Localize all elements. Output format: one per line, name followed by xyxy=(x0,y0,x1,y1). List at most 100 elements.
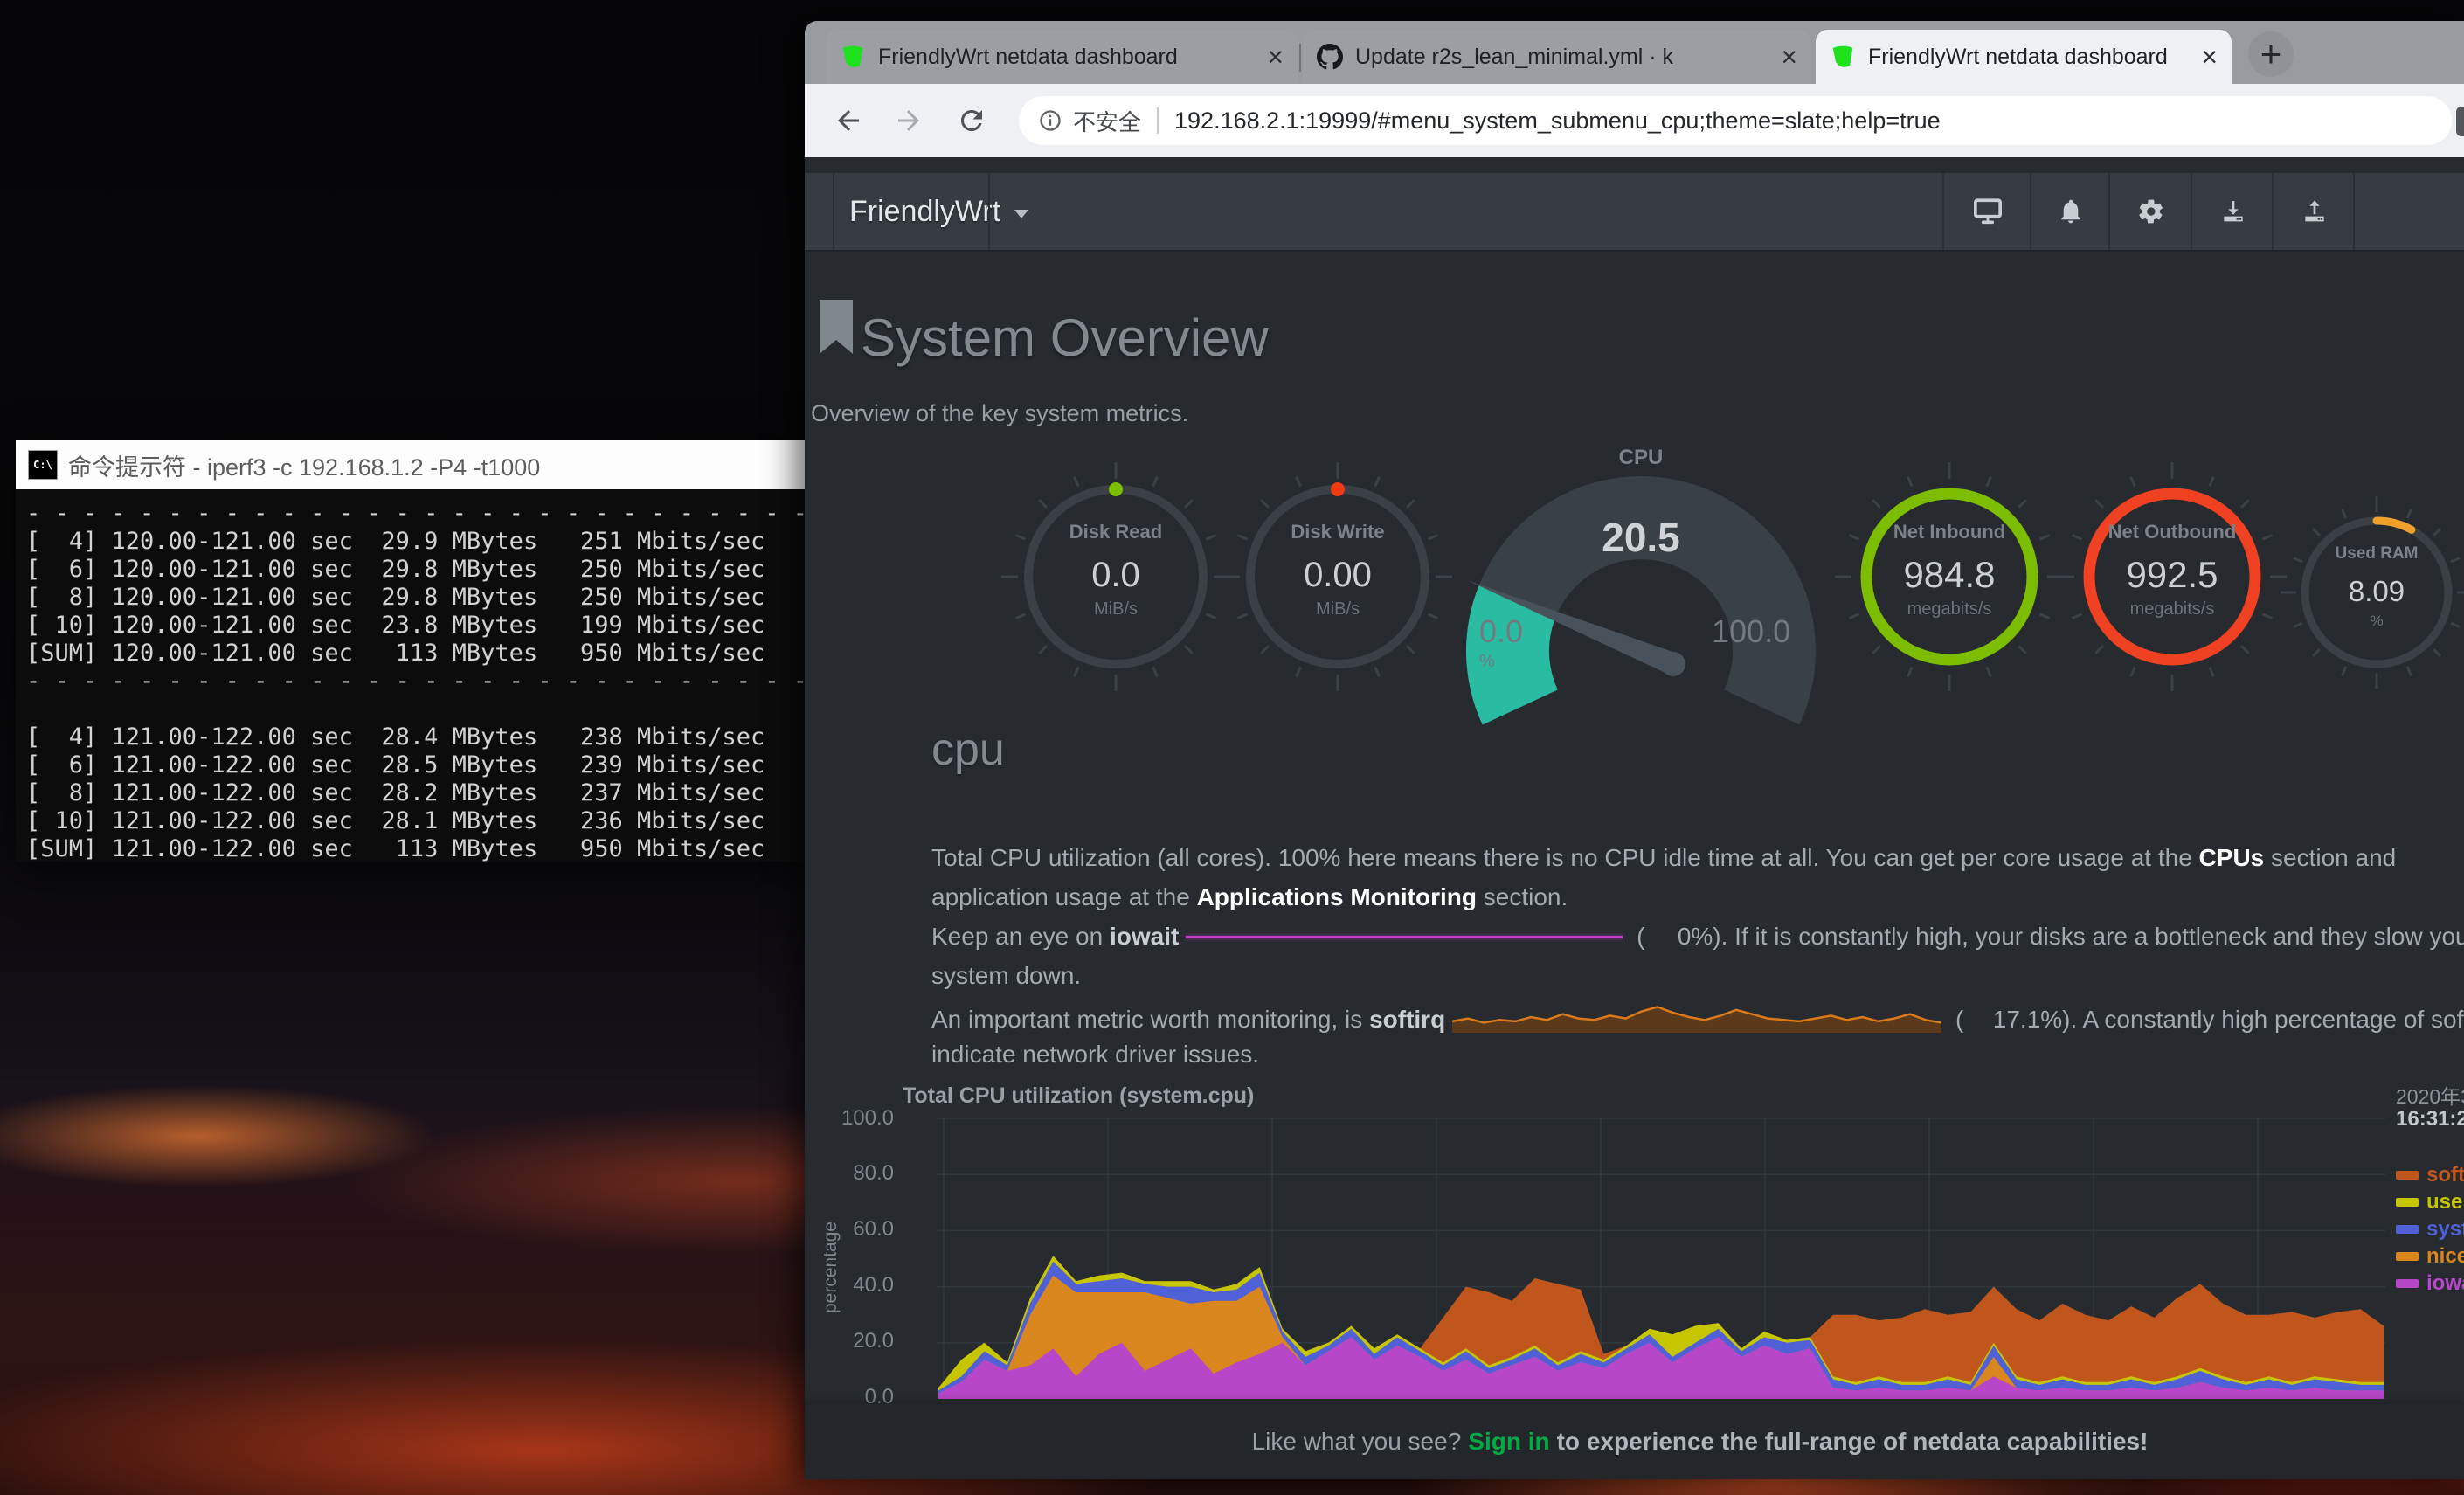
tab-label: Update r2s_lean_minimal.yml · k xyxy=(1355,45,1770,70)
gauge-disk-read[interactable]: Disk Read 0.0 MiB/s xyxy=(993,454,1238,699)
print-dashboard-button[interactable] xyxy=(1942,173,2031,250)
tab-friendlywrt-active[interactable]: FriendlyWrt netdata dashboard × xyxy=(1816,30,2232,84)
y-axis-label: percentage xyxy=(820,1162,841,1372)
gauge-unit: megabits/s xyxy=(1827,599,2072,619)
reload-button[interactable] xyxy=(947,96,996,145)
bookmark-icon xyxy=(820,300,853,358)
chart-title: Total CPU utilization (system.cpu) xyxy=(903,1083,1254,1109)
import-snapshot-button[interactable] xyxy=(2191,173,2274,250)
chart-timestamp-time: 16:31:25 xyxy=(2396,1107,2464,1132)
forward-button[interactable] xyxy=(884,96,933,145)
gauge-label: Disk Write xyxy=(1215,521,1460,543)
y-tick: 60.0 xyxy=(805,1216,894,1242)
monitor-icon xyxy=(1973,197,2003,226)
cmd-prompt-icon: C:\ xyxy=(28,450,58,480)
signin-bar: Like what you see? Sign in to experience… xyxy=(805,1404,2464,1479)
cpu-description-line2: application usage at the Applications Mo… xyxy=(931,883,1568,911)
page-subtitle: Overview of the key system metrics. xyxy=(811,400,1188,427)
site-info-icon[interactable] xyxy=(1038,108,1062,133)
host-dropdown[interactable]: FriendlyWrt xyxy=(849,173,1028,250)
cpu-gauge-svg xyxy=(1464,474,1817,728)
gauge-unit: MiB/s xyxy=(1215,599,1460,619)
tab-separator xyxy=(1299,44,1301,72)
terminal-window[interactable]: C:\ 命令提示符 - iperf3 -c 192.168.1.2 -P4 -t… xyxy=(16,440,805,862)
settings-button[interactable] xyxy=(2108,173,2192,250)
cpu-description-line3: Keep an eye on iowait (0%). If it is con… xyxy=(931,923,2464,951)
gauge-label: CPU xyxy=(1554,446,1728,470)
gauge-value: 0.00 xyxy=(1215,556,1460,595)
legend-item-iowait[interactable]: iowait xyxy=(2396,1270,2464,1297)
page-title: System Overview xyxy=(861,308,1269,368)
host-name: FriendlyWrt xyxy=(849,195,1000,229)
legend-swatch xyxy=(2396,1171,2419,1180)
softirq-value: 17.1%). xyxy=(1963,1006,2077,1034)
tab-close-icon[interactable]: × xyxy=(1781,43,1797,71)
tab-close-icon[interactable]: × xyxy=(1267,43,1284,71)
back-button[interactable] xyxy=(824,96,873,145)
legend-item-nice[interactable]: nice xyxy=(2396,1242,2464,1270)
y-tick: 40.0 xyxy=(805,1272,894,1298)
cpu-description-line1: Total CPU utilization (all cores). 100% … xyxy=(931,844,2396,872)
legend-item-user[interactable]: user xyxy=(2396,1188,2464,1215)
tab-friendlywrt-1[interactable]: FriendlyWrt netdata dashboard × xyxy=(826,30,1298,84)
reload-icon xyxy=(956,105,987,136)
gauge-value: 8.09 xyxy=(2281,575,2464,608)
tab-label: FriendlyWrt netdata dashboard xyxy=(1868,45,2191,70)
bell-icon xyxy=(2057,197,2085,225)
friendlywrt-favicon-icon xyxy=(840,44,866,70)
url-bar[interactable]: 不安全 192.168.2.1:19999/#menu_system_subme… xyxy=(1019,96,2452,145)
gauge-label: Net Inbound xyxy=(1827,521,2072,543)
browser-toolbar: 不安全 192.168.2.1:19999/#menu_system_subme… xyxy=(805,84,2464,157)
gauge-unit: % xyxy=(1479,652,1495,672)
alarms-button[interactable] xyxy=(2030,173,2110,250)
download-icon xyxy=(2219,197,2247,225)
netdata-page: FriendlyWrt System Ove xyxy=(805,157,2464,1479)
softirq-sparkline[interactable] xyxy=(1452,1001,1941,1033)
legend-swatch xyxy=(2396,1252,2419,1261)
terminal-output: - - - - - - - - - - - - - - - - - - - - … xyxy=(16,489,805,862)
cpu-utilization-chart[interactable] xyxy=(937,1118,2385,1399)
legend-item-system[interactable]: system xyxy=(2396,1215,2464,1242)
gauge-label: Disk Read xyxy=(993,521,1238,543)
gauge-max: 100.0 xyxy=(1712,613,1790,650)
cpu-description-line4: system down. xyxy=(931,962,1081,990)
friendlywrt-favicon-icon xyxy=(1830,44,1856,70)
terminal-title: 命令提示符 - iperf3 -c 192.168.1.2 -P4 -t1000 xyxy=(68,448,540,482)
gauge-value: 984.8 xyxy=(1827,554,2072,596)
legend-swatch xyxy=(2396,1198,2419,1207)
y-tick: 20.0 xyxy=(805,1328,894,1354)
iowait-sparkline[interactable] xyxy=(1186,936,1623,938)
tab-close-icon[interactable]: × xyxy=(2201,43,2218,71)
gauge-value: 992.5 xyxy=(2050,554,2294,596)
gauge-min: 0.0 xyxy=(1479,613,1523,650)
url-text[interactable]: 192.168.2.1:19999/#menu_system_submenu_c… xyxy=(1174,107,1941,135)
legend-swatch xyxy=(2396,1279,2419,1288)
tab-github-update[interactable]: Update r2s_lean_minimal.yml · k × xyxy=(1303,30,1811,84)
applications-monitoring-link[interactable]: Applications Monitoring xyxy=(1197,883,1477,910)
new-tab-button[interactable]: + xyxy=(2248,31,2294,77)
chart-legend: softirq user system nice iowait xyxy=(2396,1161,2464,1297)
header-button-partial[interactable] xyxy=(2353,173,2464,250)
legend-item-softirq[interactable]: softirq xyxy=(2396,1161,2464,1188)
gear-icon xyxy=(2137,197,2165,225)
export-snapshot-button[interactable] xyxy=(2272,173,2355,250)
gauge-label: Net Outbound xyxy=(2050,521,2294,543)
y-tick: 100.0 xyxy=(805,1105,894,1132)
gauge-net-inbound[interactable]: Net Inbound 984.8 megabits/s xyxy=(1827,454,2072,699)
cpu-description-line5: An important metric worth monitoring, is… xyxy=(931,1001,2464,1034)
y-tick: 80.0 xyxy=(805,1160,894,1187)
netdata-header: FriendlyWrt xyxy=(805,173,2464,252)
gauge-value: 20.5 xyxy=(1532,514,1750,561)
gauge-net-outbound[interactable]: Net Outbound 992.5 megabits/s xyxy=(2050,454,2294,699)
gauge-disk-write[interactable]: Disk Write 0.00 MiB/s xyxy=(1215,454,1460,699)
chart-timestamp-date: 2020年3月21日 xyxy=(2396,1080,2464,1110)
cpu-description-line6: indicate network driver issues. xyxy=(931,1041,1259,1069)
tab-strip: FriendlyWrt netdata dashboard × Update r… xyxy=(805,21,2464,84)
terminal-title-bar[interactable]: C:\ 命令提示符 - iperf3 -c 192.168.1.2 -P4 -t… xyxy=(16,440,805,489)
back-arrow-icon xyxy=(833,105,864,136)
iowait-value: 0%). xyxy=(1644,923,1727,951)
toolbar-edge-sliver xyxy=(2456,107,2464,136)
sign-in-link[interactable]: Sign in xyxy=(1468,1428,1549,1456)
cpus-link[interactable]: CPUs xyxy=(2199,844,2265,871)
gauge-used-ram[interactable]: Used RAM 8.09 % xyxy=(2281,496,2464,689)
